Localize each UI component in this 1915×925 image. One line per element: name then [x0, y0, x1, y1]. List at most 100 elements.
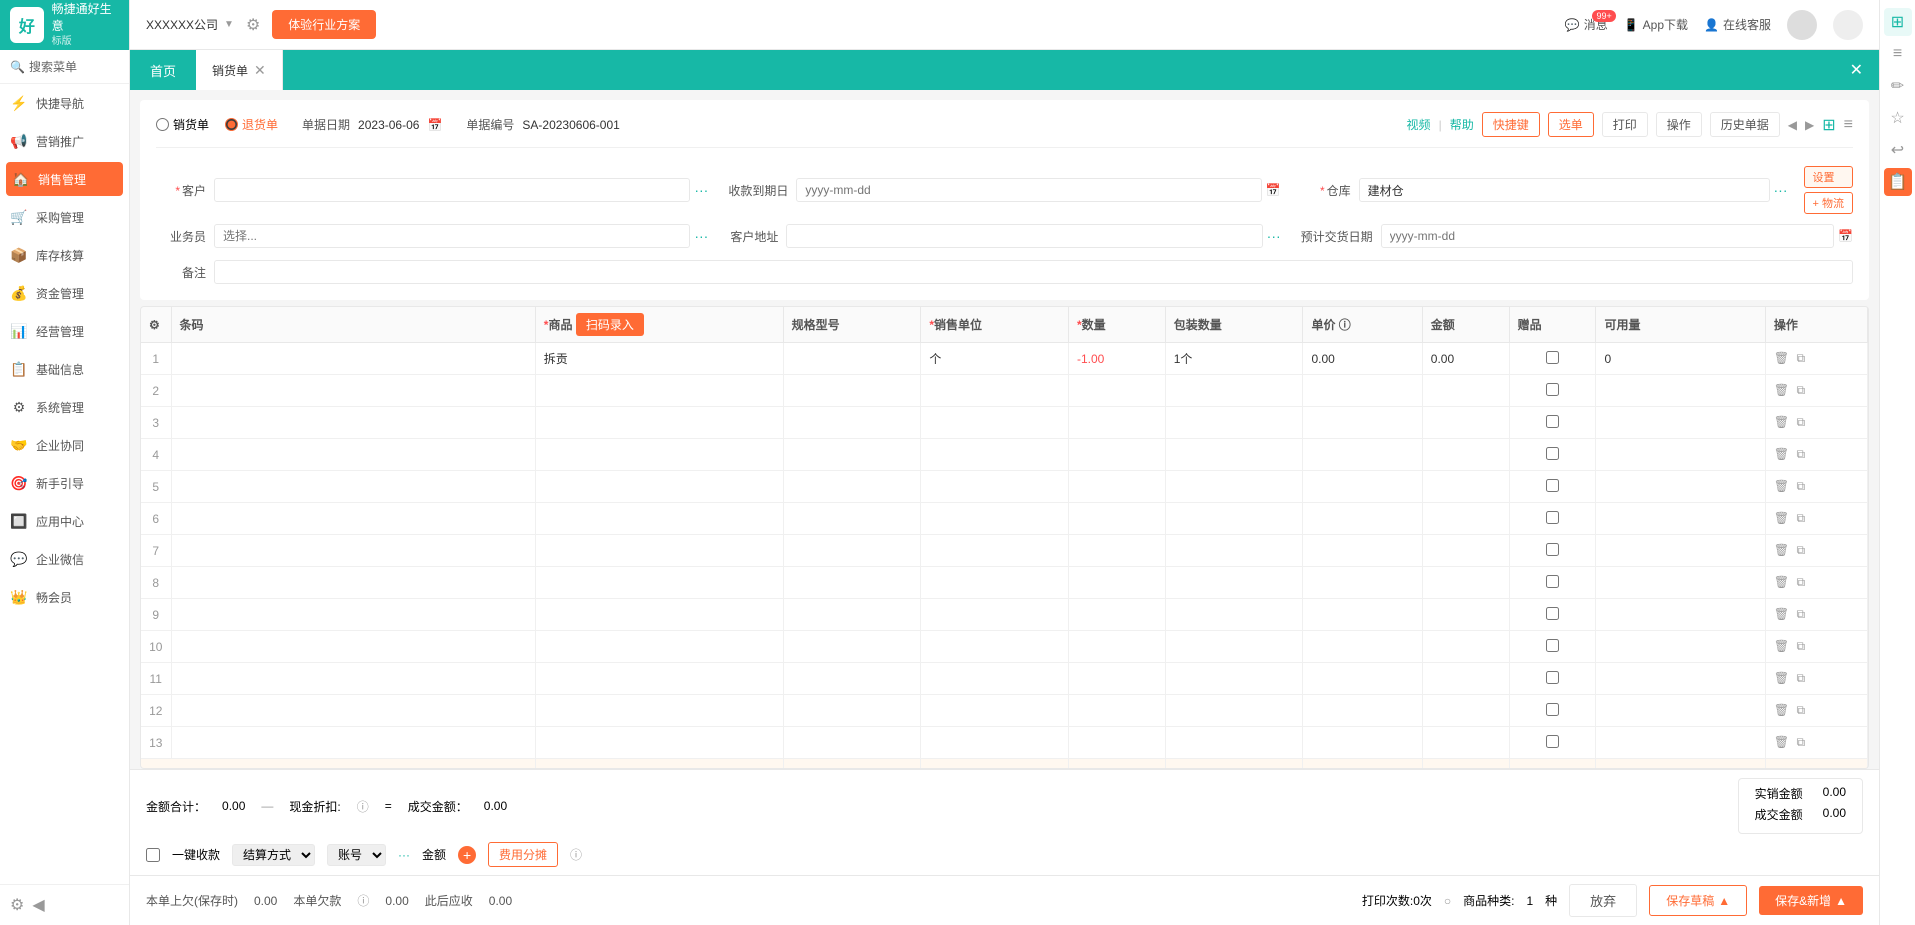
row-qty[interactable]	[1068, 599, 1165, 631]
row-amount[interactable]	[1422, 407, 1509, 439]
right-panel-btn-clip[interactable]: 📋	[1884, 168, 1912, 196]
save-new-btn[interactable]: 保存&新增 ▲	[1759, 886, 1863, 915]
row-qty[interactable]	[1068, 727, 1165, 759]
row-product[interactable]	[535, 375, 783, 407]
row-spec[interactable]	[783, 471, 921, 503]
row-qty[interactable]	[1068, 471, 1165, 503]
row-gift[interactable]	[1509, 695, 1596, 727]
tab-sales-order[interactable]: 销货单 ✕	[196, 50, 283, 90]
sidebar-item-quick-nav[interactable]: ⚡ 快捷导航	[0, 84, 129, 122]
sidebar-item-guide[interactable]: 🎯 新手引导	[0, 464, 129, 502]
grid-view-icon[interactable]: ⊞	[1822, 115, 1835, 135]
row-pkg-qty[interactable]	[1165, 407, 1303, 439]
sidebar-item-purchase[interactable]: 🛒 采购管理	[0, 198, 129, 236]
sidebar-item-member[interactable]: 👑 畅会员	[0, 578, 129, 616]
row-amount[interactable]	[1422, 535, 1509, 567]
row-price[interactable]	[1303, 727, 1422, 759]
row-delete-icon[interactable]: 🗑	[1774, 351, 1789, 365]
row-amount[interactable]	[1422, 503, 1509, 535]
row-pkg-qty[interactable]	[1165, 631, 1303, 663]
row-gift[interactable]	[1509, 343, 1596, 375]
row-price[interactable]	[1303, 503, 1422, 535]
row-unit[interactable]	[921, 599, 1069, 631]
row-unit[interactable]	[921, 567, 1069, 599]
row-unit[interactable]	[921, 535, 1069, 567]
radio-sales-order[interactable]: 销货单	[156, 116, 209, 133]
row-product[interactable]	[535, 471, 783, 503]
row-amount[interactable]	[1422, 631, 1509, 663]
row-delete-icon[interactable]: 🗑	[1774, 511, 1789, 525]
sidebar-item-wechat[interactable]: 💬 企业微信	[0, 540, 129, 578]
list-view-icon[interactable]: ≡	[1844, 116, 1853, 134]
row-gift[interactable]	[1509, 407, 1596, 439]
row-gift[interactable]	[1509, 375, 1596, 407]
row-amount[interactable]	[1422, 471, 1509, 503]
next-icon[interactable]: ▶	[1805, 118, 1814, 132]
trial-button[interactable]: 体验行业方案	[272, 10, 376, 39]
row-gift[interactable]	[1509, 503, 1596, 535]
row-product[interactable]	[535, 535, 783, 567]
row-price[interactable]	[1303, 439, 1422, 471]
row-gift[interactable]	[1509, 471, 1596, 503]
row-copy-icon[interactable]: ⧉	[1797, 351, 1806, 365]
row-qty[interactable]	[1068, 695, 1165, 727]
message-button[interactable]: 💬 消息 99+	[1565, 16, 1608, 33]
settings-icon[interactable]: ⚙	[10, 895, 24, 915]
help-circle-icon[interactable]: ⓘ	[357, 798, 369, 815]
close-all-tabs-icon[interactable]: ✕	[1834, 60, 1879, 80]
row-delete-icon[interactable]: 🗑	[1774, 447, 1789, 461]
sidebar-item-basic-info[interactable]: 📋 基础信息	[0, 350, 129, 388]
sidebar-item-app-center[interactable]: 🔲 应用中心	[0, 502, 129, 540]
row-spec[interactable]	[783, 439, 921, 471]
user-avatar[interactable]	[1787, 10, 1817, 40]
right-panel-btn-list[interactable]: ≡	[1884, 40, 1912, 68]
row-gift[interactable]	[1509, 727, 1596, 759]
row-pkg-qty[interactable]	[1165, 375, 1303, 407]
row-unit[interactable]	[921, 631, 1069, 663]
row-qty[interactable]	[1068, 407, 1165, 439]
row-unit[interactable]	[921, 407, 1069, 439]
row-spec[interactable]	[783, 695, 921, 727]
row-spec[interactable]	[783, 535, 921, 567]
customer-input[interactable]	[214, 178, 690, 202]
row-barcode[interactable]	[171, 439, 535, 471]
row-spec[interactable]	[783, 567, 921, 599]
row-pkg-qty[interactable]	[1165, 567, 1303, 599]
row-barcode[interactable]	[171, 343, 535, 375]
row-pkg-qty[interactable]	[1165, 535, 1303, 567]
row-delete-icon[interactable]: 🗑	[1774, 735, 1789, 749]
row-copy-icon[interactable]: ⧉	[1797, 639, 1806, 653]
row-amount[interactable]: 0.00	[1422, 343, 1509, 375]
row-spec[interactable]	[783, 407, 921, 439]
row-qty[interactable]	[1068, 503, 1165, 535]
right-panel-btn-star[interactable]: ☆	[1884, 104, 1912, 132]
calendar-icon[interactable]: 📅	[427, 118, 442, 132]
row-pkg-qty[interactable]	[1165, 471, 1303, 503]
company-selector[interactable]: XXXXXX公司 ▼	[146, 16, 234, 33]
row-product[interactable]	[535, 439, 783, 471]
row-qty[interactable]	[1068, 375, 1165, 407]
salesperson-input[interactable]	[214, 224, 690, 248]
row-copy-icon[interactable]: ⧉	[1797, 415, 1806, 429]
row-product[interactable]	[535, 727, 783, 759]
row-amount[interactable]	[1422, 695, 1509, 727]
row-gift[interactable]	[1509, 567, 1596, 599]
row-barcode[interactable]	[171, 567, 535, 599]
row-gift[interactable]	[1509, 439, 1596, 471]
shortcut-btn[interactable]: 快捷键	[1482, 112, 1540, 137]
sidebar-item-operation[interactable]: 📊 经营管理	[0, 312, 129, 350]
row-pkg-qty[interactable]	[1165, 503, 1303, 535]
row-copy-icon[interactable]: ⧉	[1797, 383, 1806, 397]
online-service-button[interactable]: 👤 在线客服	[1704, 16, 1771, 33]
app-download-button[interactable]: 📱 App下载	[1624, 16, 1688, 33]
row-amount[interactable]	[1422, 567, 1509, 599]
help-link[interactable]: 帮助	[1450, 116, 1474, 133]
row-pkg-qty[interactable]	[1165, 439, 1303, 471]
sidebar-item-marketing[interactable]: 📢 营销推广	[0, 122, 129, 160]
row-product[interactable]	[535, 599, 783, 631]
row-spec[interactable]	[783, 727, 921, 759]
row-price[interactable]	[1303, 695, 1422, 727]
row-price[interactable]	[1303, 407, 1422, 439]
row-amount[interactable]	[1422, 375, 1509, 407]
right-panel-btn-return[interactable]: ↩	[1884, 136, 1912, 164]
